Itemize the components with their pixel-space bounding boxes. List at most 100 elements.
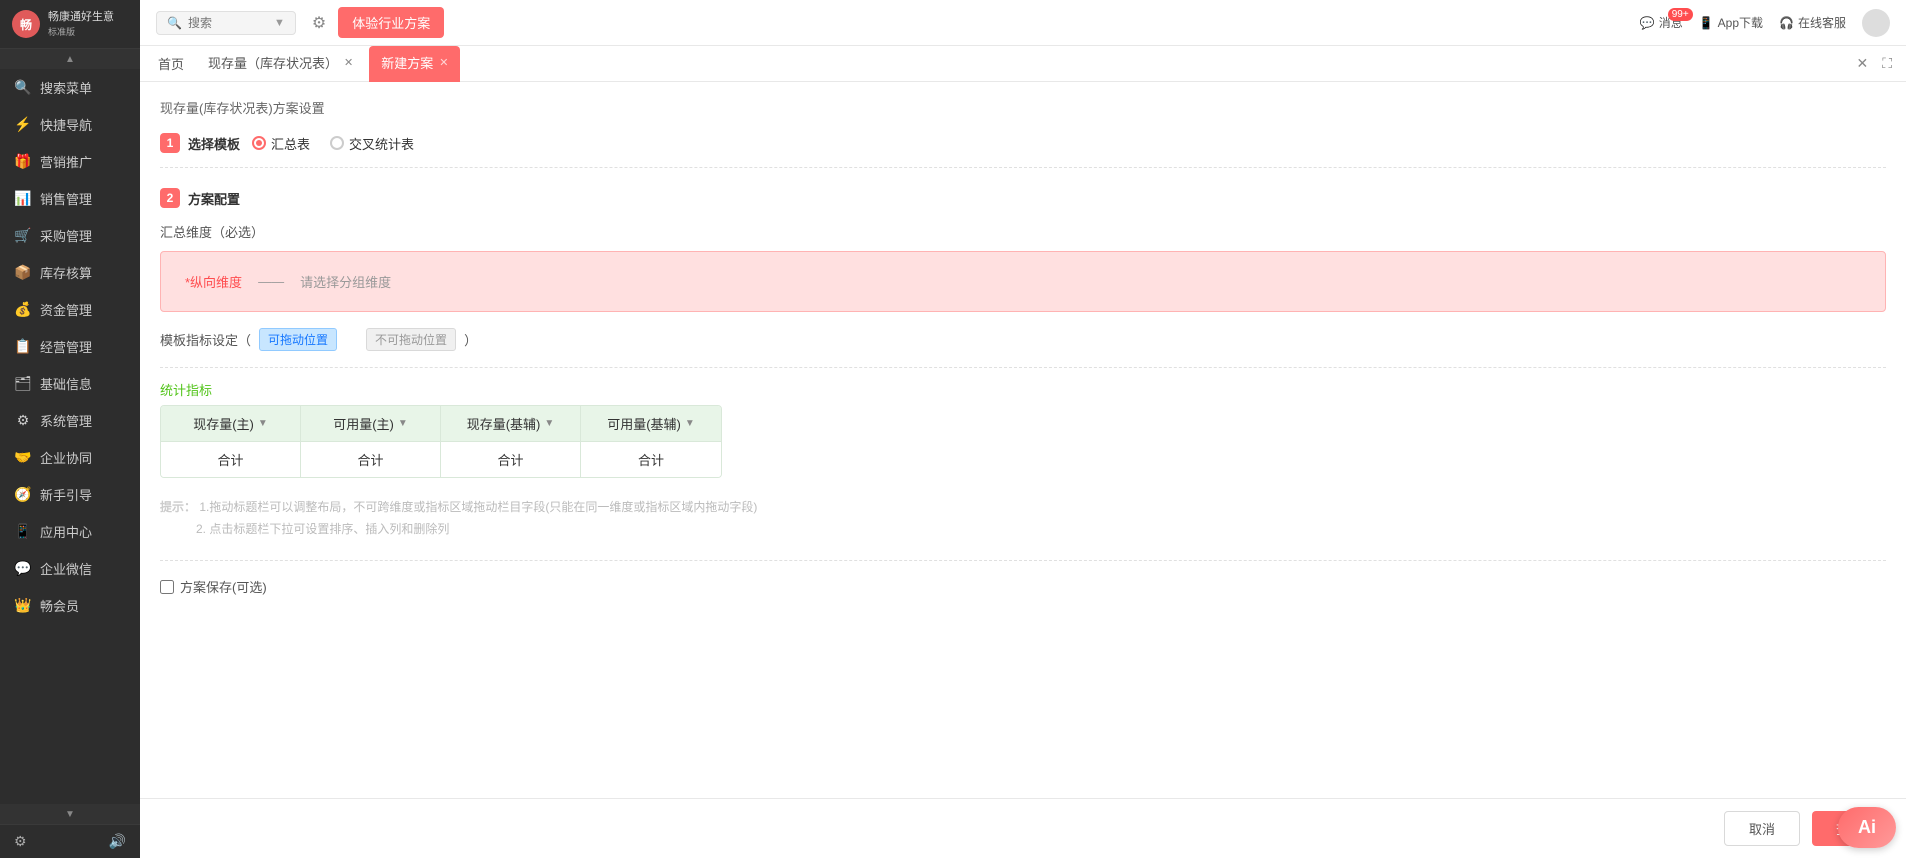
sidebar-item-label: 采购管理 <box>40 226 92 245</box>
footer: 取消 查询 <box>140 798 1906 858</box>
col-body-0: 合计 <box>161 442 301 477</box>
tab-new-plan-close-icon[interactable]: ✕ <box>439 56 448 69</box>
user-avatar[interactable] <box>1862 9 1890 37</box>
sidebar-item-label: 基础信息 <box>40 374 92 393</box>
sidebar-logo-icon: 畅 <box>12 10 40 38</box>
search-input[interactable] <box>188 16 268 30</box>
step2-number: 2 <box>160 188 180 208</box>
sidebar-item-member[interactable]: 👑 畅会员 <box>0 587 140 624</box>
tabs-right-controls: ✕ ⛶ <box>1852 55 1896 72</box>
search-box[interactable]: 🔍 ▼ <box>156 11 296 35</box>
sidebar-item-apps[interactable]: 📱 应用中心 <box>0 513 140 550</box>
sidebar-item-purchase[interactable]: 🛒 采购管理 <box>0 217 140 254</box>
sidebar-item-wechat[interactable]: 💬 企业微信 <box>0 550 140 587</box>
save-checkbox[interactable] <box>160 580 174 594</box>
message-button[interactable]: 💬 消息 99+ <box>1640 14 1683 31</box>
sidebar-bottom: ⚙ 🔊 <box>0 824 140 858</box>
dimension-dash: —— <box>258 274 284 289</box>
indicator-settings-text: 模板指标设定（ <box>160 330 251 349</box>
col-3-label: 可用量(基辅) <box>607 414 681 433</box>
stats-body-row: 合计 合计 合计 合计 <box>161 441 721 477</box>
sidebar-item-label: 系统管理 <box>40 411 92 430</box>
tab-close-icon[interactable]: ✕ <box>1852 55 1872 72</box>
sidebar-item-inventory[interactable]: 📦 库存核算 <box>0 254 140 291</box>
stats-section: 统计指标 现存量(主) ▼ 可用量(主) ▼ <box>160 380 1886 481</box>
sidebar-item-finance[interactable]: 💰 资金管理 <box>0 291 140 328</box>
col-header-3[interactable]: 可用量(基辅) ▼ <box>581 406 721 441</box>
stats-table: 现存量(主) ▼ 可用量(主) ▼ 现存量(基辅) ▼ <box>160 405 722 478</box>
col-header-2[interactable]: 现存量(基辅) ▼ <box>441 406 581 441</box>
col-2-chevron-icon[interactable]: ▼ <box>544 418 554 429</box>
avatar-image <box>1862 9 1890 37</box>
sidebar-nav: 🔍 搜索菜单 ⚡ 快捷导航 🎁 营销推广 📊 销售管理 🛒 采购管理 📦 库存核… <box>0 69 140 804</box>
ai-fab-button[interactable]: Ai <box>1838 807 1896 848</box>
sound-icon[interactable]: 🔊 <box>109 833 126 850</box>
sidebar-logo-text: 畅康通好生意 标准版 <box>48 10 114 37</box>
col-1-chevron-icon[interactable]: ▼ <box>398 418 408 429</box>
step1-divider <box>160 167 1886 168</box>
sidebar-item-operations[interactable]: 📋 经营管理 <box>0 328 140 365</box>
topbar-gear-icon[interactable]: ⚙ <box>312 13 326 33</box>
sidebar-item-marketing[interactable]: 🎁 营销推广 <box>0 143 140 180</box>
sidebar-item-label: 搜索菜单 <box>40 78 92 97</box>
search-chevron-icon: ▼ <box>274 17 285 29</box>
sidebar-item-search[interactable]: 🔍 搜索菜单 <box>0 69 140 106</box>
non-draggable-tag: 不可拖动位置 <box>366 328 456 351</box>
col-2-label: 现存量(基辅) <box>467 414 541 433</box>
customer-service-button[interactable]: 🎧 在线客服 <box>1779 14 1846 31</box>
col-0-chevron-icon[interactable]: ▼ <box>258 418 268 429</box>
tab-inventory[interactable]: 现存量（库存状况表） ✕ <box>196 46 365 82</box>
chart-icon: 📊 <box>14 190 32 208</box>
step2-divider <box>160 367 1886 368</box>
col-0-label: 现存量(主) <box>193 414 254 433</box>
tab-expand-icon[interactable]: ⛶ <box>1878 55 1896 72</box>
dimension-required-label: *纵向维度 <box>185 272 242 291</box>
sidebar-item-system[interactable]: ⚙ 系统管理 <box>0 402 140 439</box>
sidebar-item-shortcut[interactable]: ⚡ 快捷导航 <box>0 106 140 143</box>
sidebar-item-enterprise[interactable]: 🤝 企业协同 <box>0 439 140 476</box>
cart-icon: 🛒 <box>14 227 32 245</box>
radio-summary[interactable]: 汇总表 <box>252 134 310 153</box>
col-1-label: 可用量(主) <box>333 414 394 433</box>
main-area: 🔍 ▼ ⚙ 体验行业方案 💬 消息 99+ 📱 App下载 🎧 在线客服 <box>140 0 1906 858</box>
indicator-settings-suffix: ） <box>464 330 477 349</box>
sidebar-item-label: 畅会员 <box>40 596 79 615</box>
money-icon: 💰 <box>14 301 32 319</box>
tab-home[interactable]: 首页 <box>150 54 192 73</box>
sidebar-item-label: 新手引导 <box>40 485 92 504</box>
radio-summary-dot <box>252 136 266 150</box>
indicator-settings-label: 模板指标设定（ 可拖动位置 不可拖动位置 ） <box>160 328 1886 351</box>
hint-2: 2. 点击标题栏下拉可设置排序、插入列和删除列 <box>196 522 449 536</box>
app-download-button[interactable]: 📱 App下载 <box>1699 14 1763 31</box>
col-3-chevron-icon[interactable]: ▼ <box>685 418 695 429</box>
sidebar-item-basic[interactable]: 🗂 基础信息 <box>0 365 140 402</box>
step1-number: 1 <box>160 133 180 153</box>
sidebar-item-guide[interactable]: 🧭 新手引导 <box>0 476 140 513</box>
tab-new-plan-label: 新建方案 <box>381 53 433 72</box>
sidebar-scroll-down[interactable]: ▼ <box>0 804 140 824</box>
sidebar-scroll-up[interactable]: ▲ <box>0 49 140 69</box>
gift-icon: 🎁 <box>14 153 32 171</box>
step1-header: 1 选择模板 汇总表 交叉统计表 <box>160 133 1886 153</box>
radio-summary-label: 汇总表 <box>271 134 310 153</box>
hints-title: 提示： <box>160 500 196 514</box>
industry-solution-button[interactable]: 体验行业方案 <box>338 7 444 38</box>
stats-header-row: 现存量(主) ▼ 可用量(主) ▼ 现存量(基辅) ▼ <box>161 406 721 441</box>
summary-dimension-label: 汇总维度（必选） <box>160 222 1886 241</box>
col-header-1[interactable]: 可用量(主) ▼ <box>301 406 441 441</box>
step2-header: 2 方案配置 <box>160 188 1886 208</box>
indicator-settings-mid <box>345 330 358 349</box>
step1-section: 1 选择模板 汇总表 交叉统计表 <box>160 133 1886 168</box>
step2-section: 2 方案配置 汇总维度（必选） *纵向维度 —— 请选择分组维度 模板指标设定（ <box>160 188 1886 540</box>
sidebar-item-sales[interactable]: 📊 销售管理 <box>0 180 140 217</box>
search-icon-top: 🔍 <box>167 16 182 30</box>
dimension-placeholder[interactable]: 请选择分组维度 <box>300 272 391 291</box>
cancel-button[interactable]: 取消 <box>1724 811 1800 846</box>
sidebar-item-label: 营销推广 <box>40 152 92 171</box>
col-header-0[interactable]: 现存量(主) ▼ <box>161 406 301 441</box>
settings-icon[interactable]: ⚙ <box>14 833 27 850</box>
tab-new-plan[interactable]: 新建方案 ✕ <box>369 46 460 82</box>
phone-icon: 📱 <box>1699 16 1714 30</box>
tab-inventory-close-icon[interactable]: ✕ <box>344 56 353 69</box>
radio-cross[interactable]: 交叉统计表 <box>330 134 414 153</box>
